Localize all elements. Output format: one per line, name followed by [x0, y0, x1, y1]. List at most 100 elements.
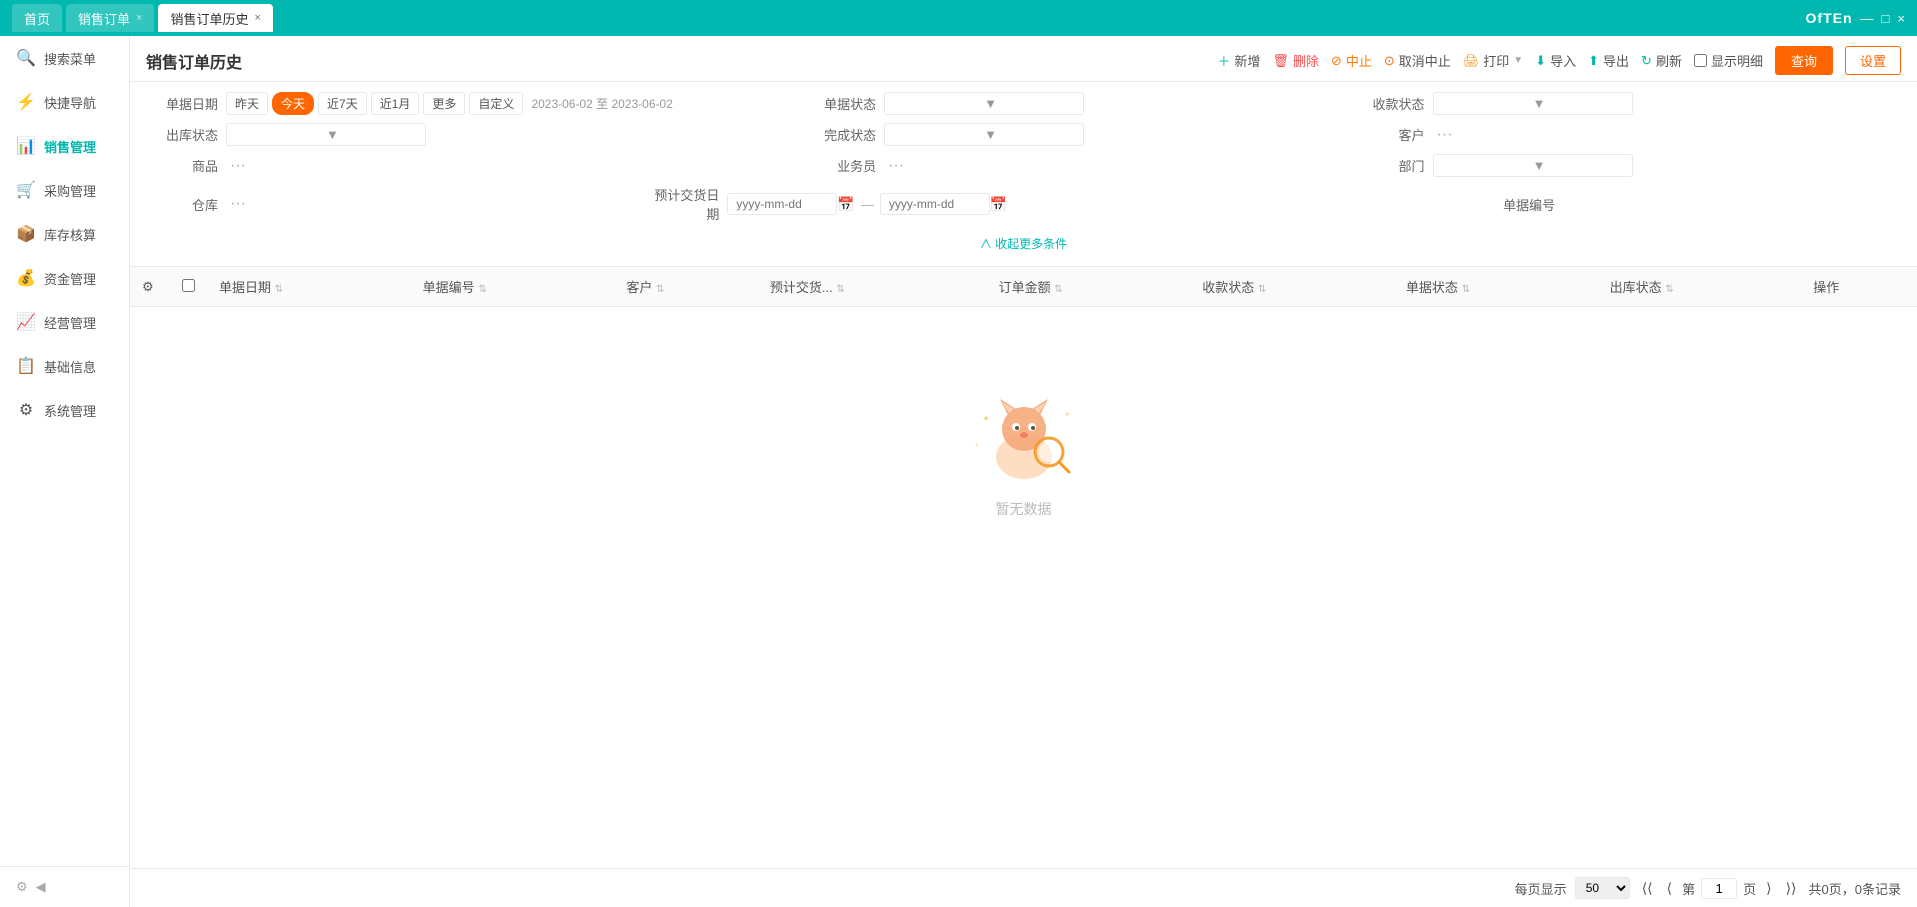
page-last-btn[interactable]: ⟩⟩: [1782, 878, 1801, 899]
collapse-bar[interactable]: ∧ 收起更多条件: [146, 231, 1901, 256]
sidebar-item-search[interactable]: 🔍 搜索菜单: [0, 36, 129, 80]
filter-date-cell: 单据日期 昨天 今天 近7天 近1月 更多 自定义 2023-06-02 至 2…: [146, 92, 804, 115]
delivery-start-input[interactable]: [727, 193, 837, 215]
date-range-text: 2023-06-02 至 2023-06-02: [531, 95, 672, 112]
sidebar-item-inventory[interactable]: 📦 库存核算: [0, 212, 129, 256]
th-amount-sort[interactable]: ⇅: [1054, 284, 1062, 295]
customer-dots-btn[interactable]: ···: [1433, 126, 1457, 144]
dept-select[interactable]: ▼: [1433, 154, 1633, 177]
btn-query[interactable]: 查询: [1775, 46, 1833, 75]
delete-icon: 🗑: [1272, 53, 1289, 69]
btn-refresh-label: 刷新: [1656, 51, 1682, 70]
window-minimize[interactable]: —: [1861, 11, 1874, 26]
date-btn-1month[interactable]: 近1月: [371, 92, 420, 115]
display-detail-checkbox[interactable]: [1694, 54, 1707, 67]
date-btn-yesterday[interactable]: 昨天: [226, 92, 268, 115]
th-settings[interactable]: ⚙: [130, 267, 170, 307]
tab-sales-history[interactable]: 销售订单历史 ×: [158, 4, 272, 32]
btn-refresh[interactable]: ↻ 刷新: [1641, 51, 1682, 70]
export-icon: ⬆: [1588, 53, 1599, 69]
filter-goods-cell: 商品 ···: [146, 156, 804, 175]
th-no-sort[interactable]: ⇅: [478, 284, 486, 295]
select-all-checkbox[interactable]: [182, 279, 195, 292]
status-select[interactable]: ▼: [884, 92, 1084, 115]
btn-new-label: 新增: [1234, 51, 1260, 70]
th-doc-status[interactable]: 单据状态 ⇅: [1394, 267, 1598, 307]
sidebar-item-sales[interactable]: 📊 销售管理: [0, 124, 129, 168]
date-btn-7days[interactable]: 近7天: [318, 92, 367, 115]
salesperson-dots-btn[interactable]: ···: [884, 157, 908, 175]
sidebar-item-finance[interactable]: 💰 资金管理: [0, 256, 129, 300]
window-close[interactable]: ×: [1897, 11, 1905, 26]
tab-sales-order-close[interactable]: ×: [136, 12, 142, 24]
sidebar-item-quicknav[interactable]: ⚡ 快捷导航: [0, 80, 129, 124]
sidebar-item-system[interactable]: ⚙ 系统管理: [0, 388, 129, 432]
th-payment[interactable]: 收款状态 ⇅: [1190, 267, 1394, 307]
sidebar-sales-label: 销售管理: [44, 137, 96, 156]
btn-export[interactable]: ⬆ 导出: [1588, 51, 1629, 70]
table-container: ⚙ 单据日期 ⇅ 单据编号 ⇅: [130, 267, 1917, 868]
th-check[interactable]: [170, 267, 207, 307]
page-prev-btn[interactable]: ⟨: [1663, 878, 1676, 899]
toolbar: ＋ 新增 🗑 删除 ⊘ 中止 ⊙ 取消中止 🖨 打印: [1217, 46, 1901, 75]
calendar-start-icon[interactable]: 📅: [837, 196, 854, 213]
btn-stop[interactable]: ⊘ 中止: [1331, 51, 1372, 70]
page-header: 销售订单历史 ＋ 新增 🗑 删除 ⊘ 中止 ⊙ 取消中止: [130, 36, 1917, 82]
btn-setting[interactable]: 设置: [1845, 46, 1901, 75]
sidebar-item-purchase[interactable]: 🛒 采购管理: [0, 168, 129, 212]
display-detail-container[interactable]: 显示明细: [1694, 51, 1763, 70]
collection-select[interactable]: ▼: [1433, 92, 1633, 115]
th-customer[interactable]: 客户 ⇅: [614, 267, 758, 307]
btn-print[interactable]: 🖨 打印 ▼: [1463, 51, 1523, 70]
tab-sales-order[interactable]: 销售订单 ×: [66, 4, 154, 32]
date-separator: —: [855, 197, 880, 212]
stop-icon: ⊘: [1331, 53, 1342, 69]
th-no[interactable]: 单据编号 ⇅: [411, 267, 615, 307]
th-delivery-label: 预计交货...: [770, 280, 833, 295]
top-bar-right: OfTEn — □ ×: [1806, 10, 1905, 26]
btn-import[interactable]: ⬇ 导入: [1535, 51, 1576, 70]
th-out-status-sort[interactable]: ⇅: [1665, 284, 1673, 295]
outbound-select[interactable]: ▼: [226, 123, 426, 146]
page-first-btn[interactable]: ⟨⟨: [1638, 878, 1657, 899]
th-delivery-sort[interactable]: ⇅: [836, 284, 844, 295]
collapse-text: ∧ 收起更多条件: [980, 237, 1067, 251]
th-amount[interactable]: 订单金额 ⇅: [987, 267, 1191, 307]
btn-cancel-stop[interactable]: ⊙ 取消中止: [1384, 51, 1451, 70]
sidebar-collapse-icon[interactable]: ◀: [36, 879, 46, 895]
page-number-input[interactable]: [1701, 878, 1737, 899]
btn-delete[interactable]: 🗑 删除: [1272, 51, 1319, 70]
sidebar-purchase-label: 采购管理: [44, 181, 96, 200]
sidebar-settings-icon[interactable]: ⚙: [16, 879, 28, 895]
th-date[interactable]: 单据日期 ⇅: [207, 267, 411, 307]
btn-new[interactable]: ＋ 新增: [1217, 51, 1260, 70]
th-date-sort[interactable]: ⇅: [275, 284, 283, 295]
filter-collection-label: 收款状态: [1353, 94, 1433, 113]
settings-gear-icon[interactable]: ⚙: [142, 279, 154, 294]
total-text: 共0页，0条记录: [1809, 879, 1901, 898]
warehouse-dots-btn[interactable]: ···: [226, 195, 250, 213]
goods-dots-btn[interactable]: ···: [226, 157, 250, 175]
tab-home[interactable]: 首页: [12, 4, 62, 32]
page-title: 销售订单历史: [146, 49, 242, 73]
search-icon: 🔍: [16, 48, 36, 68]
calendar-end-icon[interactable]: 📅: [990, 196, 1007, 213]
date-btn-today[interactable]: 今天: [272, 92, 314, 115]
delivery-end-input[interactable]: [880, 193, 990, 215]
th-out-status[interactable]: 出库状态 ⇅: [1598, 267, 1802, 307]
th-customer-sort[interactable]: ⇅: [656, 284, 664, 295]
filter-row-2: 出库状态 ▼ 完成状态 ▼ 客户 ···: [146, 123, 1901, 146]
date-btn-custom[interactable]: 自定义: [469, 92, 523, 115]
th-payment-sort[interactable]: ⇅: [1258, 284, 1266, 295]
sidebar-item-operations[interactable]: 📈 经营管理: [0, 300, 129, 344]
window-restore[interactable]: □: [1882, 11, 1890, 26]
page-next-btn[interactable]: ⟩: [1762, 878, 1775, 899]
sidebar-item-basic[interactable]: 📋 基础信息: [0, 344, 129, 388]
th-delivery[interactable]: 预计交货... ⇅: [758, 267, 987, 307]
th-doc-status-sort[interactable]: ⇅: [1462, 284, 1470, 295]
tab-sales-history-close[interactable]: ×: [254, 12, 260, 24]
per-page-select[interactable]: 50 100 200: [1575, 877, 1630, 899]
complete-select[interactable]: ▼: [884, 123, 1084, 146]
th-out-status-label: 出库状态: [1610, 280, 1662, 295]
date-btn-more[interactable]: 更多: [423, 92, 465, 115]
